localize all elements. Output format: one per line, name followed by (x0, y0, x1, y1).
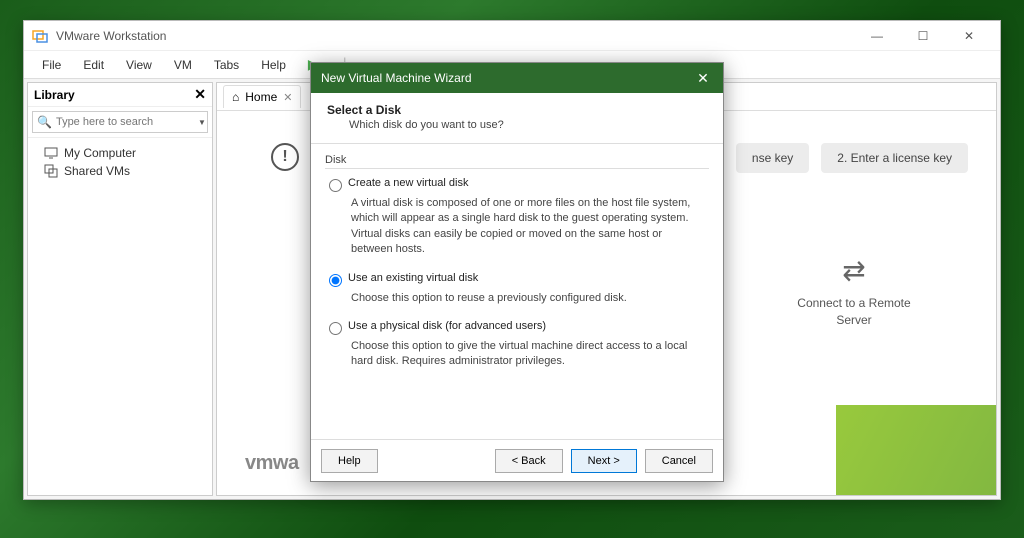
close-button[interactable]: ✕ (946, 21, 992, 51)
green-corner-decoration (836, 405, 996, 495)
disk-group-label: Disk (325, 154, 709, 166)
radio-physical-disk[interactable]: Use a physical disk (for advanced users) (329, 320, 705, 335)
vmware-logo: vmwa (245, 452, 299, 475)
search-icon: 🔍 (37, 115, 52, 129)
remote-server-tile[interactable]: ⇄ Connect to a Remote Server (794, 231, 914, 351)
disk-group-box: Create a new virtual disk A virtual disk… (325, 168, 709, 388)
tab-label: Home (245, 90, 277, 104)
tab-home[interactable]: ⌂ Home ✕ (223, 85, 301, 108)
home-icon: ⌂ (232, 90, 239, 104)
library-search-box[interactable]: 🔍 ▼ (32, 111, 208, 133)
radio-existing-disk-input[interactable] (329, 274, 342, 287)
back-button[interactable]: < Back (495, 449, 563, 473)
menu-edit[interactable]: Edit (73, 54, 114, 76)
library-item-shared-vms[interactable]: Shared VMs (32, 162, 208, 180)
minimize-button[interactable]: — (854, 21, 900, 51)
radio-create-new-disk-input[interactable] (329, 179, 342, 192)
search-dropdown-icon[interactable]: ▼ (198, 118, 206, 127)
app-icon (32, 28, 48, 44)
menu-vm[interactable]: VM (164, 54, 202, 76)
shared-icon (44, 164, 58, 178)
library-close-button[interactable]: ✕ (194, 86, 206, 103)
maximize-button[interactable]: ☐ (900, 21, 946, 51)
enter-license-key-button[interactable]: 2. Enter a license key (821, 143, 968, 173)
tab-close-button[interactable]: ✕ (283, 91, 292, 104)
radio-create-new-disk-desc: A virtual disk is composed of one or mor… (351, 196, 705, 258)
radio-label: Create a new virtual disk (348, 177, 468, 189)
library-header: Library ✕ (28, 83, 212, 107)
remote-tile-label: Connect to a Remote Server (794, 295, 914, 329)
library-item-my-computer[interactable]: My Computer (32, 144, 208, 162)
radio-existing-disk-desc: Choose this option to reuse a previously… (351, 291, 705, 306)
new-vm-wizard-dialog: New Virtual Machine Wizard ✕ Select a Di… (310, 62, 724, 482)
library-items: My Computer Shared VMs (28, 138, 212, 186)
next-button[interactable]: Next > (571, 449, 637, 473)
arrows-icon: ⇄ (842, 254, 865, 287)
menu-view[interactable]: View (116, 54, 162, 76)
radio-label: Use a physical disk (for advanced users) (348, 320, 546, 332)
dialog-footer: Help < Back Next > Cancel (311, 439, 723, 481)
license-key-button-partial[interactable]: nse key (736, 143, 809, 173)
dialog-body: Disk Create a new virtual disk A virtual… (311, 144, 723, 439)
cancel-button[interactable]: Cancel (645, 449, 713, 473)
radio-label: Use an existing virtual disk (348, 272, 478, 284)
radio-physical-disk-desc: Choose this option to give the virtual m… (351, 339, 705, 370)
library-item-label: Shared VMs (64, 164, 130, 178)
dialog-title: New Virtual Machine Wizard (321, 71, 472, 85)
menu-file[interactable]: File (32, 54, 71, 76)
library-search-row: 🔍 ▼ (28, 107, 212, 138)
monitor-icon (44, 146, 58, 160)
library-title: Library (34, 88, 75, 102)
titlebar: VMware Workstation — ☐ ✕ (24, 21, 1000, 51)
radio-physical-disk-input[interactable] (329, 322, 342, 335)
right-buttons: nse key 2. Enter a license key (736, 143, 968, 173)
library-panel: Library ✕ 🔍 ▼ My Computer Shared VMs (27, 82, 213, 496)
dialog-titlebar: New Virtual Machine Wizard ✕ (311, 63, 723, 93)
radio-existing-disk[interactable]: Use an existing virtual disk (329, 272, 705, 287)
alert-icon: ! (271, 143, 299, 171)
menu-tabs[interactable]: Tabs (204, 54, 249, 76)
app-title: VMware Workstation (56, 29, 854, 43)
window-controls: — ☐ ✕ (854, 21, 992, 51)
help-button[interactable]: Help (321, 449, 378, 473)
dialog-subheading: Which disk do you want to use? (349, 119, 707, 131)
search-input[interactable] (56, 116, 198, 128)
menu-help[interactable]: Help (251, 54, 296, 76)
library-item-label: My Computer (64, 146, 136, 160)
dialog-heading: Select a Disk (327, 103, 707, 117)
dialog-header: Select a Disk Which disk do you want to … (311, 93, 723, 144)
radio-create-new-disk[interactable]: Create a new virtual disk (329, 177, 705, 192)
dialog-close-button[interactable]: ✕ (693, 68, 713, 88)
